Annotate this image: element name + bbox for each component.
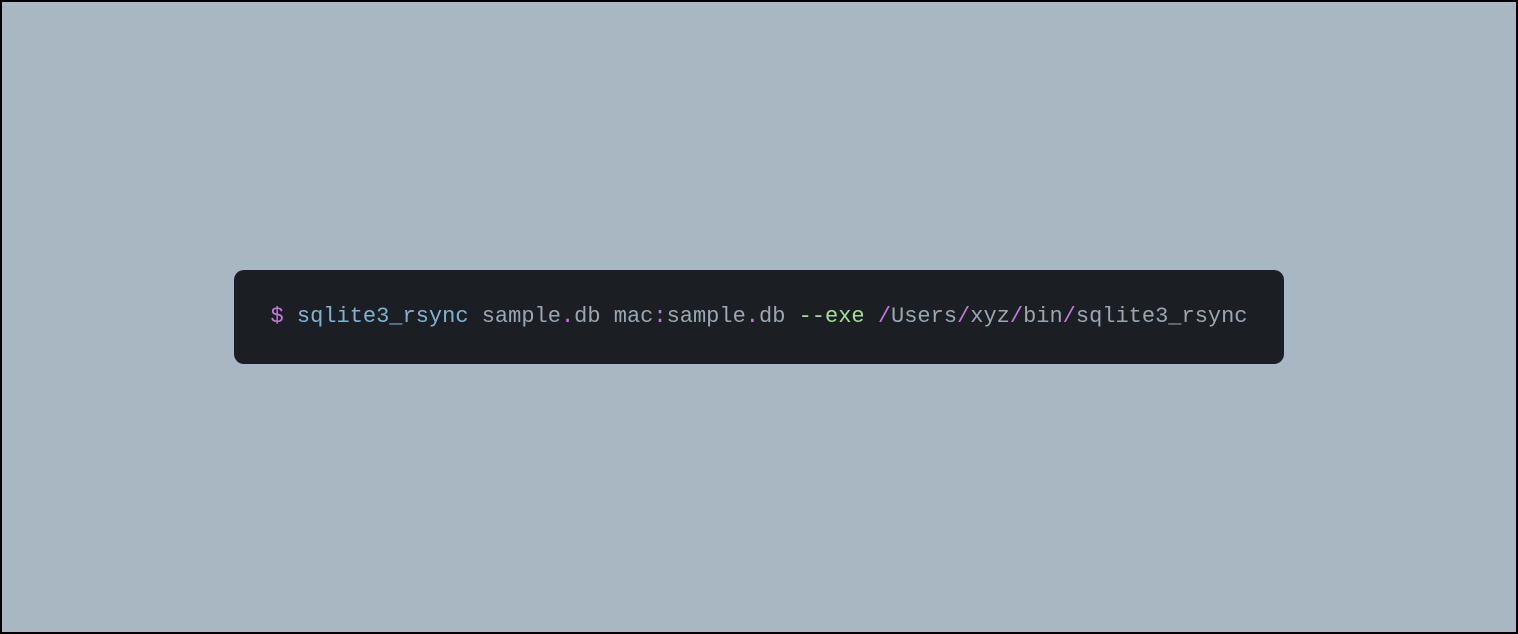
command-token: mac [614,304,654,329]
command-token: sample [482,304,561,329]
command-token: bin [1023,304,1063,329]
command-token: / [957,304,970,329]
command-token: . [561,304,574,329]
command-token: sqlite3_rsync [1076,304,1248,329]
command-token: xyz [970,304,1010,329]
command-token: : [653,304,666,329]
command-token: Users [891,304,957,329]
command-token [865,304,878,329]
command-token: / [1063,304,1076,329]
command-token: sample [667,304,746,329]
command-token: / [1010,304,1023,329]
code-block[interactable]: $ sqlite3_rsync sample.db mac:sample.db … [234,270,1283,365]
command-token [601,304,614,329]
command-token: --exe [799,304,865,329]
command-token [469,304,482,329]
command-token [785,304,798,329]
command-line: sqlite3_rsync sample.db mac:sample.db --… [297,304,1248,329]
command-token: db [574,304,600,329]
command-token: sqlite3_rsync [297,304,469,329]
shell-prompt: $ [270,304,296,329]
command-token: db [759,304,785,329]
command-token: / [878,304,891,329]
command-token: . [746,304,759,329]
